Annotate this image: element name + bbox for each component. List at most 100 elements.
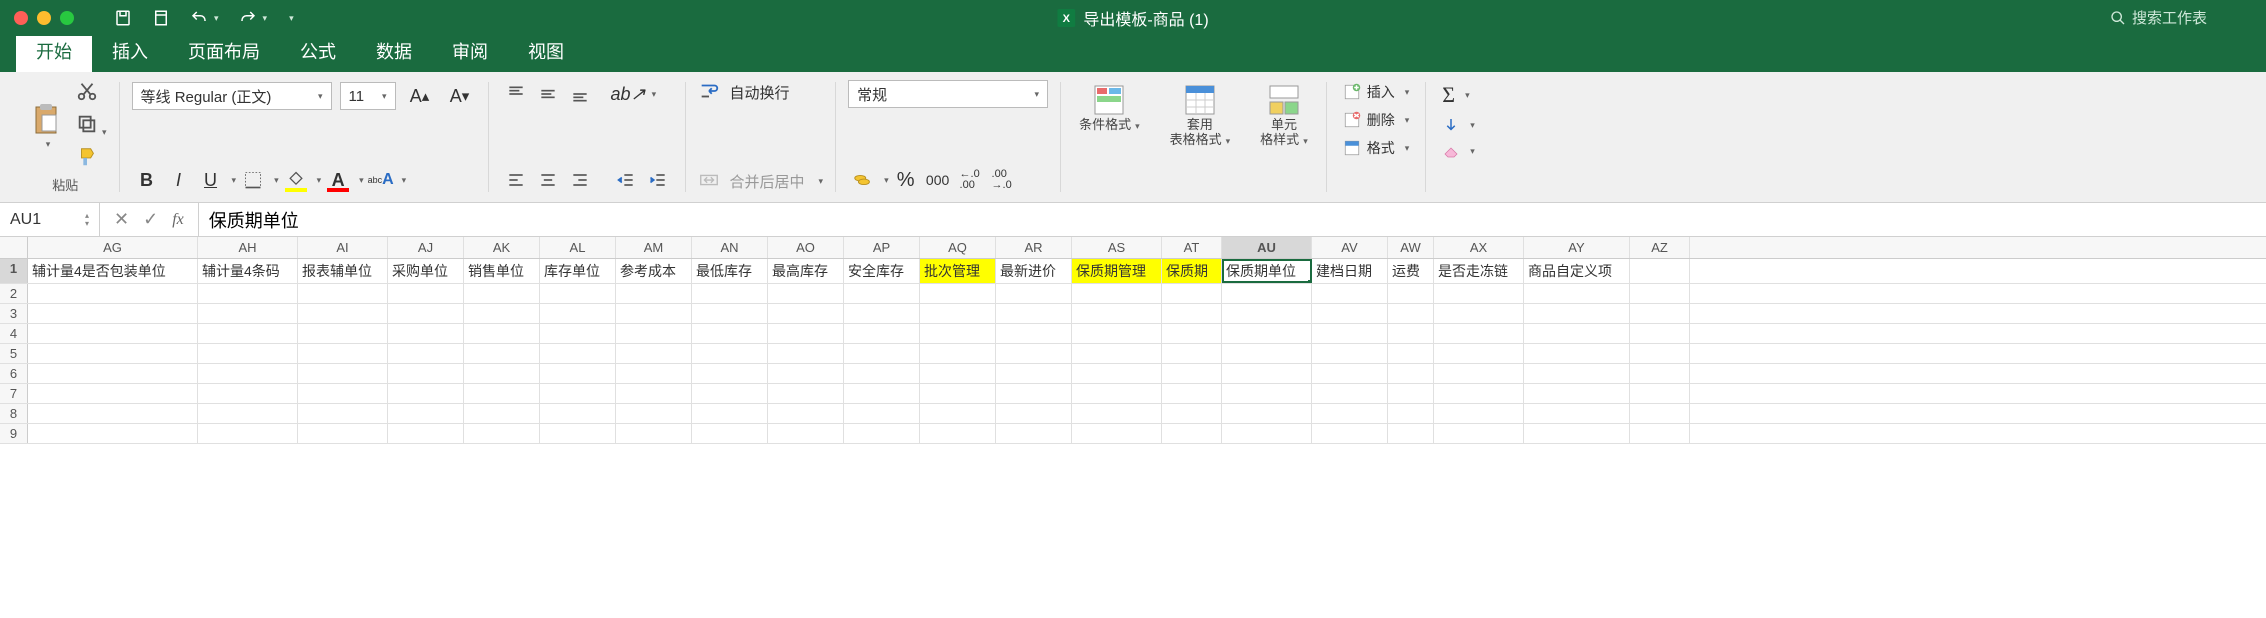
select-all-corner[interactable]	[0, 237, 28, 258]
cell[interactable]	[1630, 404, 1690, 423]
cell[interactable]: 销售单位	[464, 259, 540, 283]
cell[interactable]: 是否走冻链	[1434, 259, 1524, 283]
cell[interactable]	[1222, 344, 1312, 363]
cell[interactable]	[1072, 324, 1162, 343]
cell[interactable]	[198, 424, 298, 443]
save-icon[interactable]	[114, 9, 132, 27]
cell[interactable]	[1222, 364, 1312, 383]
cell[interactable]	[464, 284, 540, 303]
copy-button[interactable]: ▾	[76, 113, 107, 138]
cell[interactable]: 参考成本	[616, 259, 692, 283]
cell[interactable]	[692, 324, 768, 343]
cell[interactable]	[616, 324, 692, 343]
cell[interactable]	[1312, 324, 1388, 343]
font-size-select[interactable]: 11▾	[340, 82, 396, 110]
cell[interactable]	[1312, 344, 1388, 363]
currency-button[interactable]	[848, 166, 878, 194]
cell[interactable]	[616, 284, 692, 303]
search-box[interactable]	[2110, 10, 2252, 27]
orientation-button[interactable]: ab↗	[611, 80, 646, 108]
tab-insert[interactable]: 插入	[92, 30, 168, 72]
cell[interactable]	[616, 424, 692, 443]
cell[interactable]	[28, 304, 198, 323]
row-header[interactable]: 2	[0, 284, 28, 303]
cell[interactable]	[1072, 384, 1162, 403]
cell[interactable]	[1312, 284, 1388, 303]
cell[interactable]	[464, 384, 540, 403]
cell[interactable]	[388, 424, 464, 443]
cell[interactable]: 运费	[1388, 259, 1434, 283]
format-cells-button[interactable]: 格式▾	[1339, 136, 1414, 160]
underline-button[interactable]: U	[196, 166, 226, 194]
cell[interactable]	[388, 364, 464, 383]
undo-button[interactable]: ▾	[190, 9, 219, 27]
cell[interactable]	[768, 304, 844, 323]
cell[interactable]	[298, 364, 388, 383]
formula-input[interactable]	[198, 203, 2266, 236]
cell[interactable]	[464, 304, 540, 323]
cell[interactable]	[1434, 384, 1524, 403]
cell[interactable]	[1072, 344, 1162, 363]
cell[interactable]	[692, 284, 768, 303]
cell[interactable]	[540, 304, 616, 323]
number-format-select[interactable]: 常规▾	[848, 80, 1048, 108]
qat-customize-button[interactable]: ▾	[289, 13, 294, 24]
cell[interactable]	[1312, 384, 1388, 403]
cell[interactable]	[1162, 324, 1222, 343]
cell[interactable]	[464, 404, 540, 423]
comma-button[interactable]: 000	[923, 166, 953, 194]
cell[interactable]	[1388, 324, 1434, 343]
column-header[interactable]: AL	[540, 237, 616, 258]
cell[interactable]	[1312, 304, 1388, 323]
cell[interactable]: 建档日期	[1312, 259, 1388, 283]
cell[interactable]	[1162, 344, 1222, 363]
column-header[interactable]: AN	[692, 237, 768, 258]
cell[interactable]	[996, 284, 1072, 303]
cell[interactable]	[1524, 364, 1630, 383]
cell[interactable]: 批次管理	[920, 259, 996, 283]
tab-formulas[interactable]: 公式	[280, 30, 356, 72]
cell[interactable]	[1434, 284, 1524, 303]
row-header[interactable]: 9	[0, 424, 28, 443]
cell[interactable]	[1630, 259, 1690, 283]
wrap-text-button[interactable]: 自动换行	[730, 82, 790, 103]
tab-view[interactable]: 视图	[508, 30, 584, 72]
cell[interactable]	[298, 324, 388, 343]
cell[interactable]: 保质期管理	[1072, 259, 1162, 283]
cell[interactable]	[298, 384, 388, 403]
cell[interactable]	[1524, 284, 1630, 303]
cell[interactable]	[1434, 424, 1524, 443]
fill-button[interactable]: ▾	[1438, 114, 1479, 136]
cell[interactable]	[388, 384, 464, 403]
cell[interactable]	[540, 364, 616, 383]
cell[interactable]: 辅计量4条码	[198, 259, 298, 283]
cell[interactable]: 商品自定义项	[1524, 259, 1630, 283]
redo-button[interactable]: ▾	[239, 9, 268, 27]
cell[interactable]	[1388, 284, 1434, 303]
increase-indent-button[interactable]	[643, 166, 673, 194]
cell[interactable]	[1630, 364, 1690, 383]
cell[interactable]	[616, 364, 692, 383]
cell[interactable]	[28, 384, 198, 403]
cell[interactable]	[464, 324, 540, 343]
cell[interactable]	[198, 324, 298, 343]
row-header[interactable]: 7	[0, 384, 28, 403]
increase-decimal-button[interactable]: ←.0.00	[955, 166, 985, 194]
cell[interactable]	[1312, 364, 1388, 383]
format-painter-button[interactable]	[76, 146, 107, 171]
cell[interactable]	[1222, 384, 1312, 403]
cell[interactable]	[844, 324, 920, 343]
name-box[interactable]: AU1 ▴▾	[0, 203, 100, 236]
cell[interactable]	[920, 324, 996, 343]
decrease-font-button[interactable]: A▾	[444, 80, 476, 112]
column-header[interactable]: AP	[844, 237, 920, 258]
cell[interactable]	[28, 344, 198, 363]
cell[interactable]	[1630, 324, 1690, 343]
cell[interactable]	[388, 324, 464, 343]
cell[interactable]	[844, 384, 920, 403]
align-top-button[interactable]	[501, 80, 531, 108]
cell[interactable]	[692, 404, 768, 423]
cell[interactable]	[464, 364, 540, 383]
cell[interactable]	[1162, 384, 1222, 403]
cell[interactable]	[198, 344, 298, 363]
